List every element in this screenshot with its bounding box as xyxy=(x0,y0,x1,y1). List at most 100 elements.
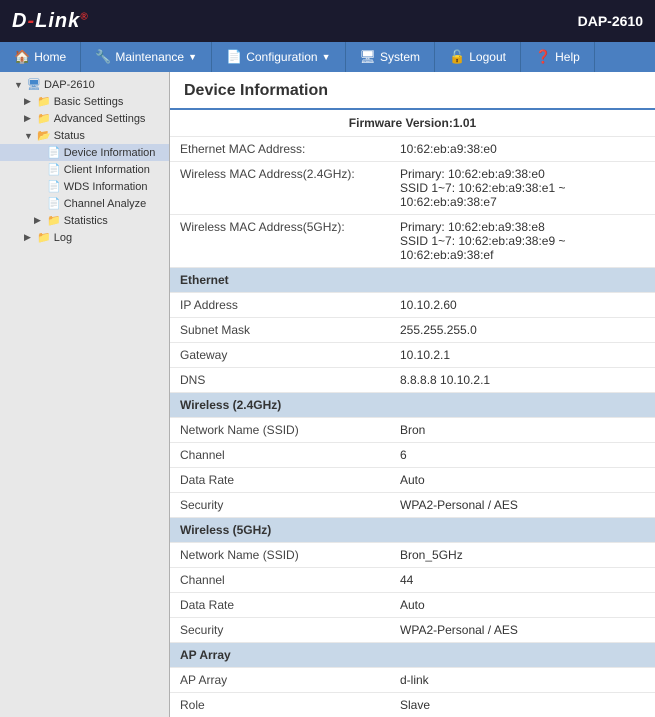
section-header-cell: Ethernet xyxy=(170,268,655,293)
chevron-down-icon2: ▼ xyxy=(322,52,331,62)
sidebar-label-client-info: Client Information xyxy=(64,164,150,176)
nav-configuration-label: Configuration xyxy=(246,50,317,64)
file-icon-client: 📄 xyxy=(47,163,61,176)
expand-icon: ▼ xyxy=(14,80,24,90)
table-row: Network Name (SSID)Bron_5GHz xyxy=(170,543,655,568)
row-label: Network Name (SSID) xyxy=(170,543,390,568)
sidebar-item-statistics[interactable]: ▶ 📁 Statistics xyxy=(0,212,169,229)
section-header-cell: Wireless (5GHz) xyxy=(170,518,655,543)
row-value: 6 xyxy=(390,443,655,468)
system-icon: 🖥 xyxy=(360,49,377,65)
nav-system-label: System xyxy=(380,50,420,64)
table-row: AP Array xyxy=(170,643,655,668)
table-row: Wireless MAC Address(5GHz):Primary: 10:6… xyxy=(170,215,655,268)
sidebar-item-dap[interactable]: ▼ 🖥 DAP-2610 xyxy=(0,76,169,93)
page-title: Device Information xyxy=(170,72,655,110)
row-value: 8.8.8.8 10.10.2.1 xyxy=(390,368,655,393)
nav-maintenance[interactable]: 🔧 Maintenance ▼ xyxy=(81,42,212,72)
configuration-icon: 📄 xyxy=(226,49,242,65)
table-row: Wireless (2.4GHz) xyxy=(170,393,655,418)
row-label: IP Address xyxy=(170,293,390,318)
sidebar-label-basic: Basic Settings xyxy=(54,96,124,108)
row-value: 10:62:eb:a9:38:e0 xyxy=(390,137,655,162)
file-icon-wds: 📄 xyxy=(47,180,61,193)
nav-home[interactable]: 🏠 Home xyxy=(0,42,81,72)
sidebar-label-dap: DAP-2610 xyxy=(44,79,95,91)
expand-icon3: ▶ xyxy=(24,113,34,124)
row-value: WPA2-Personal / AES xyxy=(390,493,655,518)
table-row: Channel44 xyxy=(170,568,655,593)
sidebar-label-statistics: Statistics xyxy=(64,215,108,227)
row-value: 44 xyxy=(390,568,655,593)
content-area: Device Information Firmware Version:1.01… xyxy=(170,72,655,717)
header: D-Link® DAP-2610 xyxy=(0,0,655,42)
main-layout: ▼ 🖥 DAP-2610 ▶ 📁 Basic Settings ▶ 📁 Adva… xyxy=(0,72,655,717)
table-row: Ethernet MAC Address:10:62:eb:a9:38:e0 xyxy=(170,137,655,162)
sidebar-label-status: Status xyxy=(54,130,85,142)
row-label: AP Array xyxy=(170,668,390,693)
sidebar-item-wds-info[interactable]: 📄 WDS Information xyxy=(0,178,169,195)
row-value: Bron_5GHz xyxy=(390,543,655,568)
row-value: Auto xyxy=(390,468,655,493)
sidebar-label-wds-info: WDS Information xyxy=(64,181,148,193)
row-value: Primary: 10:62:eb:a9:38:e0SSID 1~7: 10:6… xyxy=(390,162,655,215)
row-value: Auto xyxy=(390,593,655,618)
sidebar-item-channel[interactable]: 📄 Channel Analyze xyxy=(0,195,169,212)
nav-help[interactable]: ❓ Help xyxy=(521,42,595,72)
row-label: Gateway xyxy=(170,343,390,368)
row-value: 10.10.2.1 xyxy=(390,343,655,368)
computer-icon: 🖥 xyxy=(27,78,41,91)
row-label: Ethernet MAC Address: xyxy=(170,137,390,162)
row-value: d-link xyxy=(390,668,655,693)
firmware-row: Firmware Version:1.01 xyxy=(170,110,655,137)
row-label: Data Rate xyxy=(170,593,390,618)
row-label: Channel xyxy=(170,568,390,593)
nav-home-label: Home xyxy=(34,50,66,64)
nav-system[interactable]: 🖥 System xyxy=(346,42,436,72)
row-label: Role xyxy=(170,693,390,717)
nav-logout-label: Logout xyxy=(469,50,506,64)
chevron-down-icon: ▼ xyxy=(188,52,197,62)
row-label: DNS xyxy=(170,368,390,393)
sidebar-item-status[interactable]: ▼ 📂 Status xyxy=(0,127,169,144)
table-row: Network Name (SSID)Bron xyxy=(170,418,655,443)
table-row: Gateway10.10.2.1 xyxy=(170,343,655,368)
sidebar-item-advanced[interactable]: ▶ 📁 Advanced Settings xyxy=(0,110,169,127)
sidebar-item-log[interactable]: ▶ 📁 Log xyxy=(0,229,169,246)
row-label: Network Name (SSID) xyxy=(170,418,390,443)
table-row: DNS8.8.8.8 10.10.2.1 xyxy=(170,368,655,393)
sidebar-item-client-info[interactable]: 📄 Client Information xyxy=(0,161,169,178)
sidebar-label-channel: Channel Analyze xyxy=(64,198,147,210)
nav-help-label: Help xyxy=(555,50,580,64)
row-label: Wireless MAC Address(5GHz): xyxy=(170,215,390,268)
row-value: 255.255.255.0 xyxy=(390,318,655,343)
nav-maintenance-label: Maintenance xyxy=(115,50,184,64)
sidebar-label-device-info: Device Information xyxy=(64,147,156,159)
logout-icon: 🔓 xyxy=(449,49,465,65)
table-row: Wireless (5GHz) xyxy=(170,518,655,543)
table-row: Channel6 xyxy=(170,443,655,468)
table-row: SecurityWPA2-Personal / AES xyxy=(170,493,655,518)
sidebar-item-device-info[interactable]: 📄 Device Information xyxy=(0,144,169,161)
nav-logout[interactable]: 🔓 Logout xyxy=(435,42,521,72)
help-icon: ❓ xyxy=(535,49,551,65)
sidebar: ▼ 🖥 DAP-2610 ▶ 📁 Basic Settings ▶ 📁 Adva… xyxy=(0,72,170,717)
firmware-version: Firmware Version:1.01 xyxy=(170,110,655,137)
table-row: IP Address10.10.2.60 xyxy=(170,293,655,318)
table-row: Subnet Mask255.255.255.0 xyxy=(170,318,655,343)
maintenance-icon: 🔧 xyxy=(95,49,111,65)
row-value: Slave xyxy=(390,693,655,717)
expand-icon6: ▶ xyxy=(24,232,34,243)
expand-icon2: ▶ xyxy=(24,96,34,107)
table-row: Wireless MAC Address(2.4GHz):Primary: 10… xyxy=(170,162,655,215)
section-header-cell: AP Array xyxy=(170,643,655,668)
table-row: RoleSlave xyxy=(170,693,655,717)
row-value: Bron xyxy=(390,418,655,443)
row-label: Wireless MAC Address(2.4GHz): xyxy=(170,162,390,215)
sidebar-item-basic[interactable]: ▶ 📁 Basic Settings xyxy=(0,93,169,110)
nav-configuration[interactable]: 📄 Configuration ▼ xyxy=(212,42,346,72)
folder-icon-basic: 📁 xyxy=(37,95,51,108)
table-row: Ethernet xyxy=(170,268,655,293)
navbar: 🏠 Home 🔧 Maintenance ▼ 📄 Configuration ▼… xyxy=(0,42,655,72)
sidebar-label-advanced: Advanced Settings xyxy=(54,113,146,125)
